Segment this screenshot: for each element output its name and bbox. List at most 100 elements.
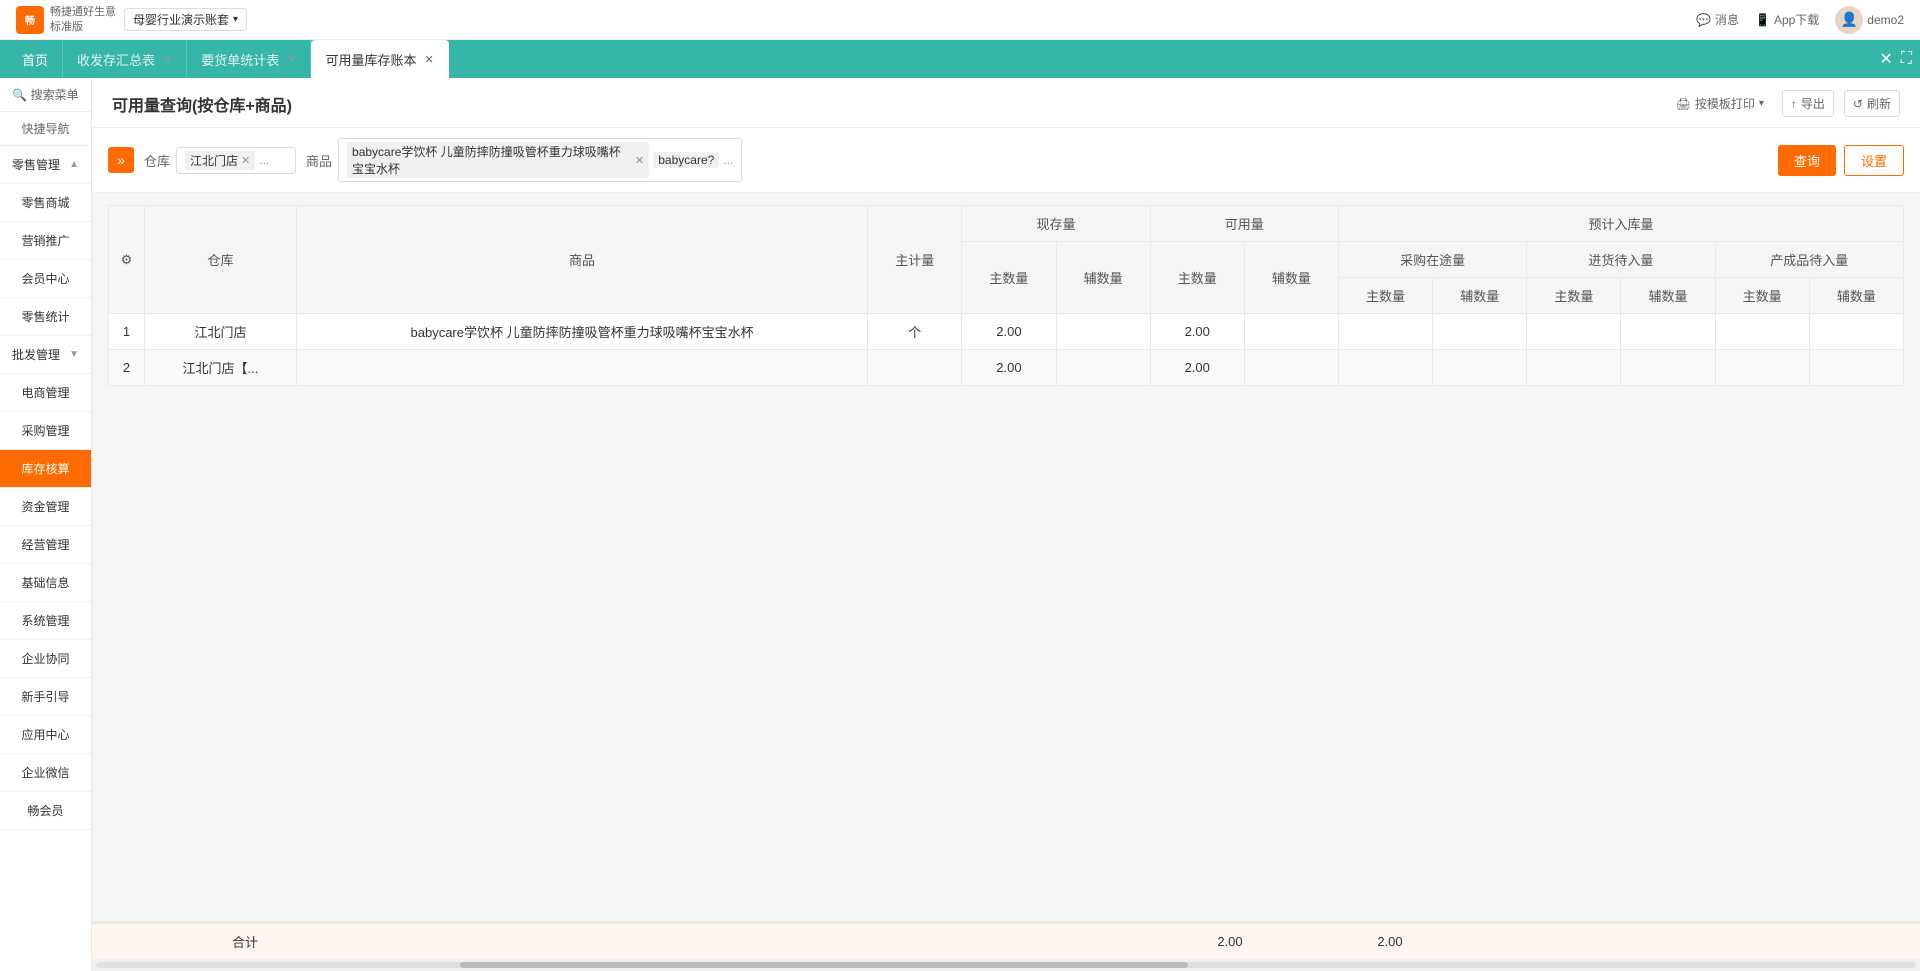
sidebar-marketing-label: 营销推广 [21, 232, 69, 249]
sidebar-item-wholesale[interactable]: 批发管理 ▼ [0, 336, 91, 374]
scroll-thumb[interactable] [460, 962, 1188, 968]
row2-current-aux [1056, 350, 1150, 386]
content-area: 可用量查询(按仓库+商品) 🖨 按模板打印 ▾ ↑ 导出 ↺ 刷新 [92, 78, 1920, 971]
sidebar-item-system[interactable]: 系统管理 [0, 602, 91, 640]
product-filter-group: 商品 babycare学饮杯 儿童防摔防撞吸管杯重力球吸嘴杯宝宝水杯 ✕ bab… [306, 138, 742, 182]
tab-close-receive[interactable]: ✕ [163, 53, 172, 66]
sidebar-item-ops[interactable]: 经营管理 [0, 526, 91, 564]
th-purchase-intransit: 采购在途量 [1338, 242, 1526, 278]
row2-inbound-main [1527, 350, 1621, 386]
tab-receive-summary[interactable]: 收发存汇总表 ✕ [63, 40, 187, 78]
expand-filter-btn[interactable]: » [108, 147, 134, 173]
tab-bar-right: ✕ ⛶ [1879, 40, 1912, 78]
sidebar-item-basic-info[interactable]: 基础信息 [0, 564, 91, 602]
settings-button[interactable]: 设置 [1844, 145, 1904, 176]
sidebar-item-enterprise[interactable]: 企业协同 [0, 640, 91, 678]
tab-close-order[interactable]: ✕ [287, 53, 296, 66]
row1-purchase-aux [1433, 314, 1527, 350]
sidebar-item-purchase[interactable]: 采购管理 [0, 412, 91, 450]
sidebar-item-member[interactable]: 会员中心 [0, 260, 91, 298]
row1-product-main [1715, 314, 1809, 350]
sidebar-item-retail-mall[interactable]: 零售商城 [0, 184, 91, 222]
refresh-label: 刷新 [1867, 95, 1891, 112]
th-product-aux: 辅数量 [1809, 278, 1903, 314]
sidebar-basic-info-label: 基础信息 [21, 574, 69, 591]
sidebar-member-label: 会员中心 [21, 270, 69, 287]
app-logo: 畅 [16, 6, 44, 34]
sidebar-item-wechat[interactable]: 企业微信 [0, 754, 91, 792]
sidebar-search[interactable]: 🔍 搜索菜单 [0, 78, 91, 112]
logo-area: 畅 畅捷通好生意 标准版 [16, 5, 116, 34]
tab-available-stock[interactable]: 可用量库存账本 ✕ [311, 40, 448, 78]
sidebar-item-retail-stats[interactable]: 零售统计 [0, 298, 91, 336]
search-icon: 🔍 [12, 88, 27, 102]
footer-total-label: 合计 [102, 932, 258, 951]
tab-close-available[interactable]: ✕ [425, 53, 434, 66]
app-download-btn[interactable]: 📱 App下载 [1755, 11, 1819, 28]
refresh-icon: ↺ [1853, 97, 1863, 111]
industry-selector[interactable]: 母婴行业演示账套 ▾ [124, 8, 247, 31]
export-btn[interactable]: ↑ 导出 [1782, 90, 1834, 117]
tab-home-label: 首页 [22, 50, 48, 69]
th-inbound-pending: 进货待入量 [1527, 242, 1715, 278]
th-available: 可用量 [1150, 206, 1338, 242]
product-tag-1: babycare学饮杯 儿童防摔防撞吸管杯重力球吸嘴杯宝宝水杯 ✕ [347, 142, 649, 178]
sidebar-item-app-center[interactable]: 应用中心 [0, 716, 91, 754]
warehouse-filter-input[interactable]: 江北门店 ✕ ... [176, 147, 296, 174]
tab-fullscreen-icon[interactable]: ⛶ [1901, 50, 1912, 68]
tab-bar: 首页 收发存汇总表 ✕ 要货单统计表 ✕ 可用量库存账本 ✕ ✕ ⛶ [0, 40, 1920, 78]
sidebar-item-marketing[interactable]: 营销推广 [0, 222, 91, 260]
row1-unit: 个 [868, 314, 962, 350]
message-label: 消息 [1715, 11, 1739, 28]
print-label: 按模板打印 [1695, 95, 1755, 112]
tab-close-all-icon[interactable]: ✕ [1879, 49, 1892, 69]
sidebar-item-vip[interactable]: 畅会员 [0, 792, 91, 830]
tab-order-stats[interactable]: 要货单统计表 ✕ [187, 40, 311, 78]
th-unit: 主计量 [868, 206, 962, 314]
product-tag-1-text: babycare学饮杯 儿童防摔防撞吸管杯重力球吸嘴杯宝宝水杯 [352, 143, 632, 177]
sidebar-item-finance[interactable]: 资金管理 [0, 488, 91, 526]
app-name: 畅捷通好生意 标准版 [50, 5, 116, 34]
warehouse-tag-remove[interactable]: ✕ [241, 154, 250, 167]
row1-inbound-main [1527, 314, 1621, 350]
table-footer: 合计 2.00 2.00 [92, 921, 1920, 959]
table-container: ⚙ 仓库 商品 主计量 现存量 可用量 预计入库量 主数量 辅数量 主数量 辅数… [92, 193, 1920, 921]
user-area[interactable]: 👤 demo2 [1835, 6, 1904, 34]
print-dropdown-icon: ▾ [1759, 98, 1764, 109]
column-settings-icon[interactable]: ⚙ [121, 252, 133, 267]
top-bar-right: 💬 消息 📱 App下载 👤 demo2 [1696, 6, 1904, 34]
sidebar-newbie-label: 新手引导 [21, 688, 69, 705]
th-current-main: 主数量 [962, 242, 1056, 314]
warehouse-tag-text: 江北门店 [190, 152, 238, 169]
top-bar-left: 畅 畅捷通好生意 标准版 母婴行业演示账套 ▾ [16, 5, 247, 34]
chevron-down-icon: ▾ [233, 14, 238, 25]
product-tag-1-remove[interactable]: ✕ [635, 154, 644, 167]
sidebar-quick-nav[interactable]: 快捷导航 [0, 112, 91, 146]
product-tag-2-text: babycare? [658, 153, 714, 167]
product-filter-input[interactable]: babycare学饮杯 儿童防摔防撞吸管杯重力球吸嘴杯宝宝水杯 ✕ babyca… [338, 138, 742, 182]
row2-product-aux [1809, 350, 1903, 386]
sidebar-ecommerce-label: 电商管理 [21, 384, 69, 401]
th-settings[interactable]: ⚙ [109, 206, 145, 314]
message-btn[interactable]: 💬 消息 [1696, 11, 1739, 28]
sidebar-wechat-label: 企业微信 [21, 764, 69, 781]
refresh-btn[interactable]: ↺ 刷新 [1844, 90, 1900, 117]
sidebar-ops-label: 经营管理 [21, 536, 69, 553]
warehouse-more[interactable]: ... [259, 153, 269, 167]
horizontal-scrollbar[interactable] [92, 959, 1920, 971]
sidebar-item-newbie[interactable]: 新手引导 [0, 678, 91, 716]
query-button[interactable]: 查询 [1778, 145, 1836, 176]
tab-home[interactable]: 首页 [8, 40, 63, 78]
message-icon: 💬 [1696, 13, 1711, 27]
sidebar-quick-nav-label: 快捷导航 [21, 122, 69, 136]
app-download-label: App下载 [1774, 11, 1819, 28]
print-btn[interactable]: 🖨 按模板打印 ▾ [1668, 91, 1772, 116]
sidebar-finance-label: 资金管理 [21, 498, 69, 515]
row1-current-aux [1056, 314, 1150, 350]
username: demo2 [1867, 13, 1904, 27]
th-warehouse: 仓库 [145, 206, 297, 314]
product-more[interactable]: ... [723, 153, 733, 167]
sidebar-item-inventory[interactable]: 库存核算 [0, 450, 91, 488]
sidebar-item-retail-mgmt[interactable]: 零售管理 ▲ [0, 146, 91, 184]
sidebar-item-ecommerce[interactable]: 电商管理 [0, 374, 91, 412]
